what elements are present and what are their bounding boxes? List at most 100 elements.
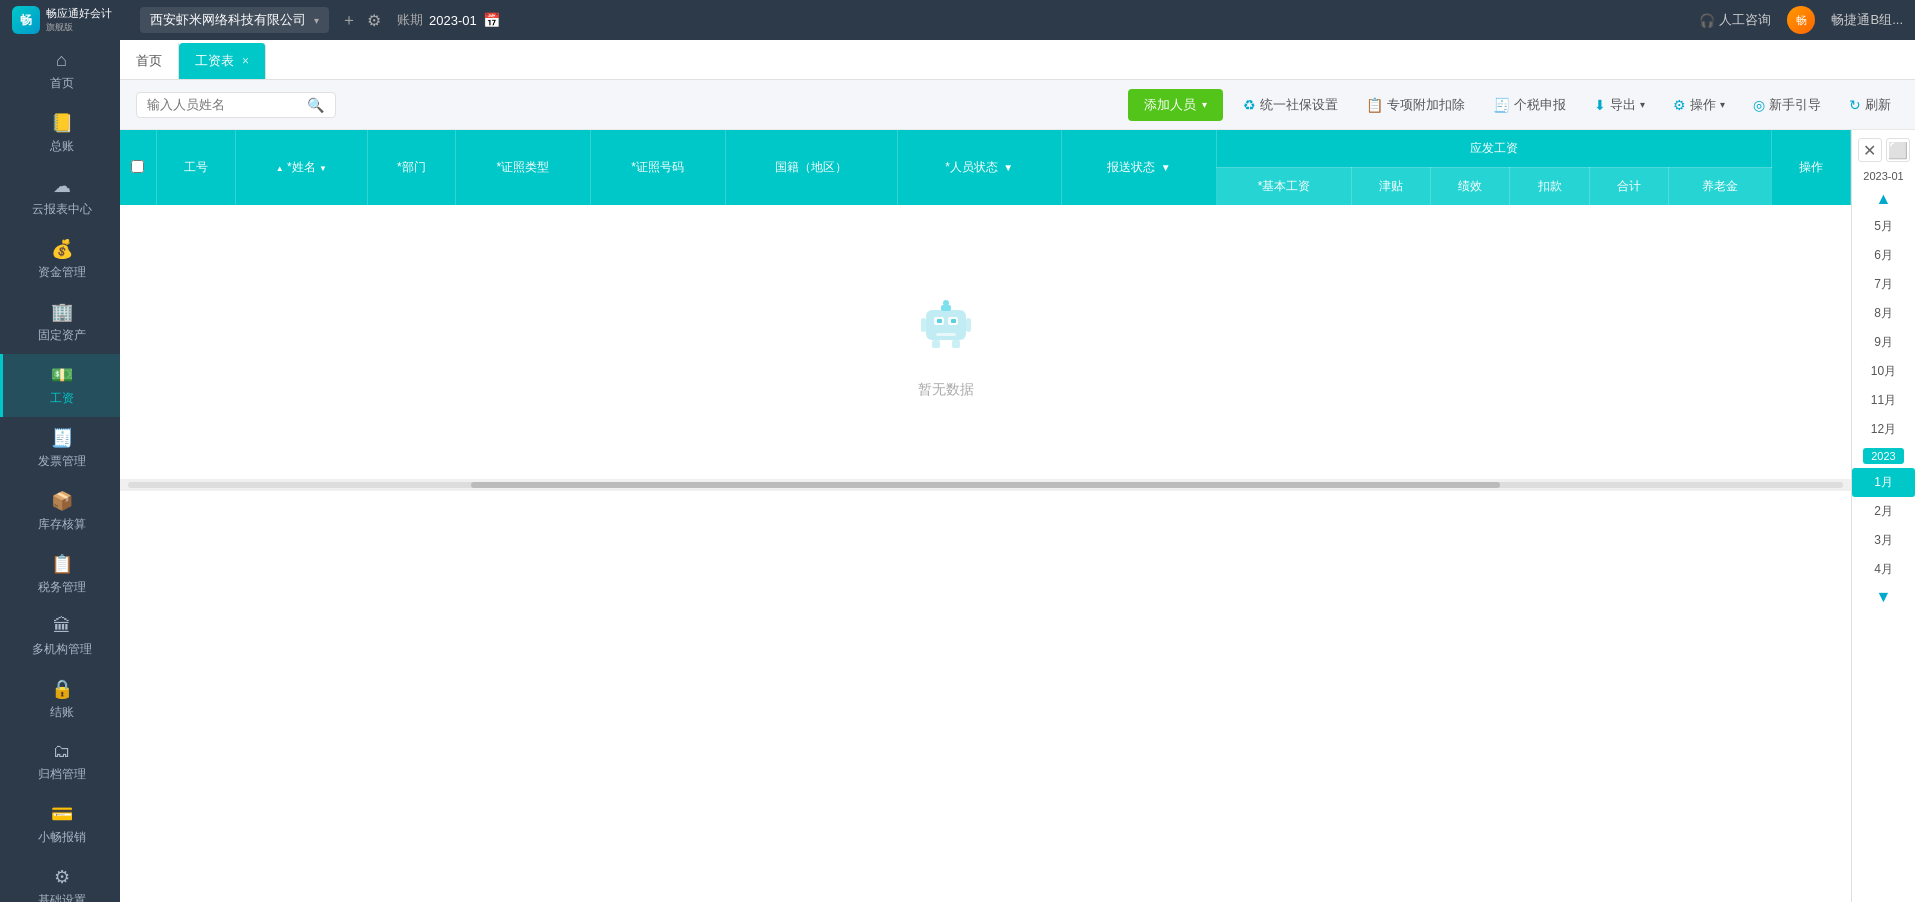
tab-salary[interactable]: 工资表 ×	[179, 43, 266, 79]
tab-salary-label: 工资表	[195, 52, 234, 70]
th-id-num: *证照号码	[590, 130, 725, 205]
app-sub: 旗舰版	[46, 21, 112, 34]
th-num: 工号	[156, 130, 235, 205]
toolbar-action-guide[interactable]: ◎ 新手引导	[1745, 92, 1829, 118]
status-filter-icon[interactable]: ▼	[1003, 162, 1013, 173]
th-operations: 操作	[1771, 130, 1850, 205]
toolbar-action-label: 刷新	[1865, 96, 1891, 114]
search-input[interactable]	[147, 97, 307, 112]
sidebar-item-label: 总账	[50, 138, 74, 155]
sidebar-item-cloud[interactable]: ☁ 云报表中心	[0, 165, 120, 228]
sidebar-item-salary[interactable]: 💵 工资	[0, 354, 120, 417]
year-label[interactable]: 2023	[1863, 448, 1903, 464]
sidebar-item-label: 税务管理	[38, 579, 86, 596]
toolbar-action-label: 操作	[1690, 96, 1716, 114]
settings-icon: ⚙	[54, 866, 70, 888]
expense-icon: 💳	[51, 803, 73, 825]
month-7[interactable]: 7月	[1852, 270, 1915, 299]
svg-rect-8	[921, 318, 926, 332]
cloud-icon: ☁	[53, 175, 71, 197]
report-filter-icon[interactable]: ▼	[1161, 162, 1171, 173]
sidebar-item-invoice[interactable]: 🧾 发票管理	[0, 417, 120, 480]
sidebar-item-label: 发票管理	[38, 453, 86, 470]
company-selector[interactable]: 西安虾米网络科技有限公司 ▾	[140, 7, 329, 33]
sidebar-item-label: 库存核算	[38, 516, 86, 533]
archive-icon: 🗂	[53, 741, 71, 762]
sidebar-item-label: 归档管理	[38, 766, 86, 783]
select-all-checkbox[interactable]	[131, 160, 144, 173]
month-12[interactable]: 12月	[1852, 415, 1915, 444]
closing-icon: 🔒	[51, 678, 73, 700]
scroll-down-icon[interactable]: ▼	[1872, 584, 1896, 610]
month-10[interactable]: 10月	[1852, 357, 1915, 386]
month-11[interactable]: 11月	[1852, 386, 1915, 415]
svg-rect-3	[937, 319, 942, 323]
sidebar-item-funds[interactable]: 💰 资金管理	[0, 228, 120, 291]
table-container: 工号 ▲ *姓名 ▼ *部门 *证照类型 *证照号码 国籍（地区）	[120, 130, 1851, 902]
toolbar-action-ops[interactable]: ⚙ 操作 ▾	[1665, 92, 1733, 118]
right-date-panel: ✕ ⬜ 2023-01 ▲ 5月 6月 7月 8月 9月 10月 11月 12月…	[1851, 130, 1915, 902]
month-6[interactable]: 6月	[1852, 241, 1915, 270]
sidebar-item-archive[interactable]: 🗂 归档管理	[0, 731, 120, 793]
tabs-bar: 首页 工资表 ×	[120, 40, 1915, 80]
sidebar-item-closing[interactable]: 🔒 结账	[0, 668, 120, 731]
special-deduction-icon: 📋	[1366, 97, 1383, 113]
scroll-up-icon[interactable]: ▲	[1872, 186, 1896, 212]
add-person-button[interactable]: 添加人员 ▾	[1128, 89, 1223, 121]
toolbar-action-social[interactable]: ♻ 统一社保设置	[1235, 92, 1346, 118]
ledger-icon: 📒	[51, 112, 73, 134]
close-window-button[interactable]: ✕	[1858, 138, 1882, 162]
settings-icon[interactable]: ⚙	[367, 11, 381, 30]
scrollbar-thumb[interactable]	[471, 482, 1500, 488]
toolbar-action-refresh[interactable]: ↻ 刷新	[1841, 92, 1899, 118]
salary-icon: 💵	[51, 364, 73, 386]
month-1-active[interactable]: 1月	[1852, 468, 1915, 497]
support-button[interactable]: 🎧 人工咨询	[1699, 11, 1771, 29]
tab-home[interactable]: 首页	[120, 43, 179, 79]
month-2[interactable]: 2月	[1852, 497, 1915, 526]
export-arrow-icon: ▾	[1640, 99, 1645, 110]
th-pension: 养老金	[1669, 168, 1772, 206]
username: 畅捷通B组...	[1831, 11, 1903, 29]
month-4[interactable]: 4月	[1852, 555, 1915, 584]
tab-close-icon[interactable]: ×	[242, 54, 249, 68]
invoice-icon: 🧾	[51, 427, 73, 449]
salary-table: 工号 ▲ *姓名 ▼ *部门 *证照类型 *证照号码 国籍（地区）	[120, 130, 1851, 479]
social-security-icon: ♻	[1243, 97, 1256, 113]
toolbar-action-label: 导出	[1610, 96, 1636, 114]
sidebar-item-label: 云报表中心	[32, 201, 92, 218]
toolbar-action-special[interactable]: 📋 专项附加扣除	[1358, 92, 1473, 118]
horizontal-scrollbar[interactable]	[120, 479, 1851, 491]
sidebar-item-assets[interactable]: 🏢 固定资产	[0, 291, 120, 354]
top-header: 畅 畅应通好会计 旗舰版 西安虾米网络科技有限公司 ▾ ＋ ⚙ 账期 2023-…	[0, 0, 1915, 40]
th-total: 合计	[1589, 168, 1668, 206]
toolbar: 🔍 添加人员 ▾ ♻ 统一社保设置 📋 专项附加扣除 🧾 个税申报 ⬇ 导	[120, 80, 1915, 130]
sidebar-item-settings[interactable]: ⚙ 基础设置	[0, 856, 120, 902]
scrollbar-track	[128, 482, 1843, 488]
user-avatar[interactable]: 畅	[1787, 6, 1815, 34]
svg-rect-10	[932, 340, 940, 348]
month-5[interactable]: 5月	[1852, 212, 1915, 241]
toolbar-action-tax[interactable]: 🧾 个税申报	[1485, 92, 1574, 118]
calendar-icon[interactable]: 📅	[483, 12, 500, 28]
sidebar-item-ledger[interactable]: 📒 总账	[0, 102, 120, 165]
app-logo-icon: 畅	[12, 6, 40, 34]
empty-state-cell: 暂无数据	[120, 205, 1771, 479]
month-9[interactable]: 9月	[1852, 328, 1915, 357]
maximize-window-button[interactable]: ⬜	[1886, 138, 1910, 162]
add-icon[interactable]: ＋	[341, 10, 357, 31]
th-id-type: *证照类型	[456, 130, 591, 205]
sidebar-item-expense[interactable]: 💳 小畅报销	[0, 793, 120, 856]
sort-desc-icon: ▼	[319, 164, 327, 173]
month-3[interactable]: 3月	[1852, 526, 1915, 555]
guide-action-icon: ◎	[1753, 97, 1765, 113]
th-performance: 绩效	[1431, 168, 1510, 206]
sidebar-item-tax[interactable]: 📋 税务管理	[0, 543, 120, 606]
month-8[interactable]: 8月	[1852, 299, 1915, 328]
sidebar-item-inventory[interactable]: 📦 库存核算	[0, 480, 120, 543]
sidebar-item-home[interactable]: ⌂ 首页	[0, 40, 120, 102]
sidebar-item-multi[interactable]: 🏛 多机构管理	[0, 606, 120, 668]
toolbar-action-export[interactable]: ⬇ 导出 ▾	[1586, 92, 1653, 118]
svg-rect-5	[936, 333, 956, 336]
th-salary-group: 应发工资	[1217, 130, 1771, 168]
